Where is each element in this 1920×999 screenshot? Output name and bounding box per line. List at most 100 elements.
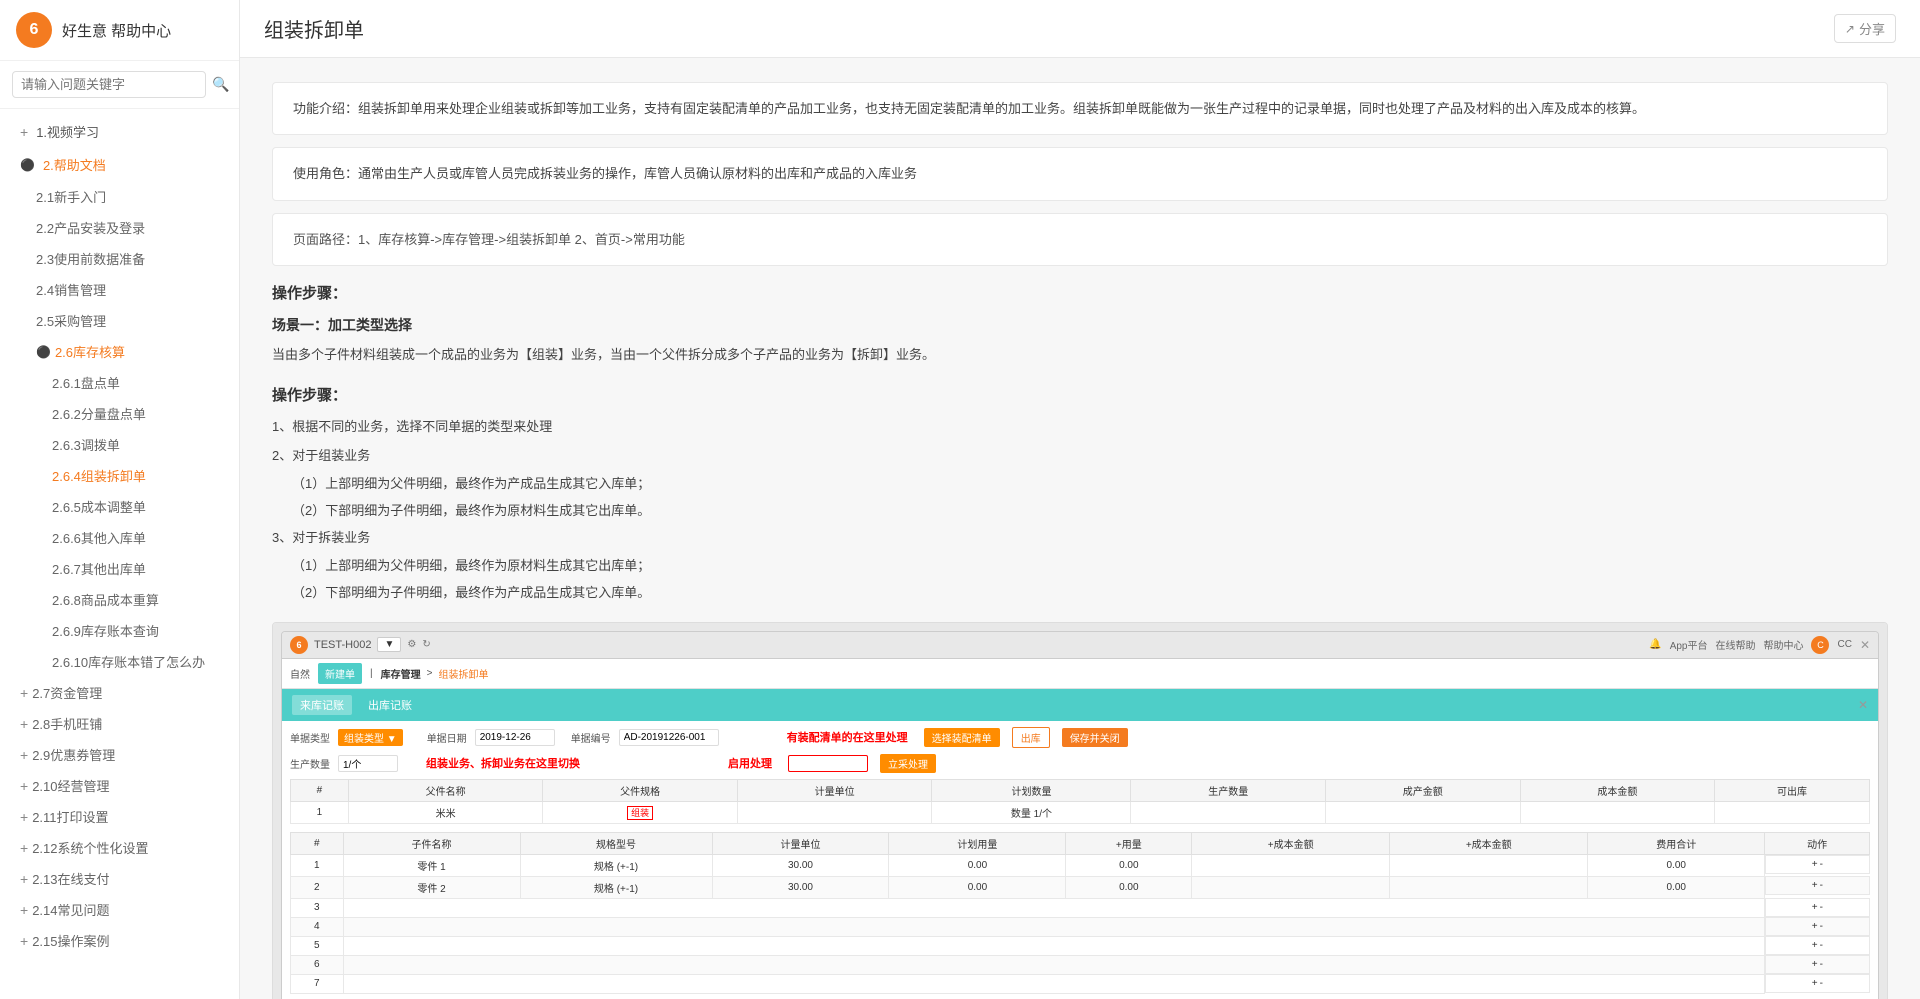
mock-close-icon[interactable]: ✕ [1860,638,1870,652]
td2-total: 0.00 [1588,854,1765,876]
td2-action-add-2[interactable]: + [1812,880,1818,891]
sidebar-item-assembly[interactable]: 2.6.4组装拆卸单 [52,460,239,491]
td2-action-del-5[interactable]: - [1820,940,1823,951]
sidebar-item-other-out[interactable]: 2.6.7其他出库单 [52,553,239,584]
mock-user-avatar: C [1811,636,1829,654]
mock-date-input[interactable] [475,729,555,746]
td2-action-add-4[interactable]: + [1812,921,1818,932]
mock-tab-out[interactable]: 出库记账 [360,695,420,715]
table-row: 2 零件 2 规格 (+-1) 30.00 0.00 0.00 0.00 [291,876,1870,898]
screenshot-container: 6 TEST-H002 ▼ ⚙ ↻ 🔔 App平台 在线帮助 帮助中心 C [272,622,1888,999]
mock-count-input[interactable] [338,755,398,772]
sidebar-item-print-label: 2.11打印设置 [32,807,108,826]
step3-sub2: （2）下部明细为子件明细，最终作为产成品生成其它入库单。 [272,581,1888,606]
sidebar-item-sales[interactable]: 2.4销售管理 [0,274,239,305]
mock-label-date: 单据日期 [427,730,467,745]
td2-action-add-3[interactable]: + [1812,902,1818,913]
td2-num: 1 [291,854,344,876]
search-input[interactable] [12,71,206,98]
sidebar-item-finance-label: 2.7资金管理 [32,683,102,702]
sidebar-item-cases[interactable]: + 2.15操作案例 [0,925,239,956]
sidebar-item-help-docs[interactable]: ⚫ 2.帮助文档 [0,148,239,181]
sidebar-item-finance[interactable]: + 2.7资金管理 [0,677,239,708]
mock-label-count: 生产数量 [290,756,330,771]
mock-nav-bar: 自然 新建单 | 库存管理 > 组装拆卸单 [282,659,1878,689]
td2-cost2-2 [1390,876,1588,898]
sidebar-item-cost-adjust[interactable]: 2.6.5成本调整单 [52,491,239,522]
sidebar-item-operations[interactable]: + 2.10经营管理 [0,770,239,801]
td2-empty-4 [343,917,1765,936]
sidebar-item-data-prep[interactable]: 2.3使用前数据准备 [0,243,239,274]
share-label: 分享 [1859,19,1885,38]
mock-process-btn[interactable]: 立采处理 [880,754,936,773]
sidebar-item-install[interactable]: 2.2产品安装及登录 [0,212,239,243]
collapse-icon: ⚫ [20,158,35,172]
td2-action-del-3[interactable]: - [1820,902,1823,913]
sidebar-item-video[interactable]: + 1.视频学习 [0,115,239,148]
td2-name: 零件 1 [343,854,520,876]
mock-dialog-close[interactable]: ✕ [1858,698,1868,712]
sidebar-item-partial-stocktake[interactable]: 2.6.2分量盘点单 [52,398,239,429]
sidebar-item-cost-calc[interactable]: 2.6.8商品成本重算 [52,584,239,615]
sidebar-item-common-issues[interactable]: + 2.14常见问题 [0,894,239,925]
td2-action-del[interactable]: - [1820,859,1823,870]
mock-confirm-btn[interactable]: 出库 [1012,727,1050,748]
sidebar-item-stock-query[interactable]: 2.6.9库存账本查询 [52,615,239,646]
sidebar-item-online-pay[interactable]: + 2.13在线支付 [0,863,239,894]
search-icon[interactable]: 🔍 [212,76,229,93]
content-area: 功能介绍：组装拆卸单用来处理企业组装或拆卸等加工业务，支持有固定装配清单的产品加… [240,58,1920,999]
sidebar-item-stocktake[interactable]: 2.6.1盘点单 [52,367,239,398]
mock-select-bom-btn[interactable]: 选择装配清单 [924,728,1000,747]
sidebar-item-print[interactable]: + 2.11打印设置 [0,801,239,832]
td2-action-add-5[interactable]: + [1812,940,1818,951]
mock-id-input[interactable] [619,729,719,746]
mock-enable-input[interactable] [788,755,868,772]
mock-table-child-header: # 子件名称 规格型号 计量单位 计划用量 +用量 +成本金额 +成本金额 费用… [291,832,1870,854]
sidebar-item-purchase[interactable]: 2.5采购管理 [0,305,239,336]
mock-nav-home[interactable]: 自然 [290,666,310,681]
td2-action-6: + - [1765,955,1869,974]
topbar: 组装拆卸单 ↗ 分享 [240,0,1920,58]
td2-action-add[interactable]: + [1812,859,1818,870]
step2-sub2: （2）下部明细为子件明细，最终作为原材料生成其它出库单。 [272,499,1888,524]
td2-cost1 [1192,854,1390,876]
sidebar-item-voucher[interactable]: + 2.9优惠券管理 [0,739,239,770]
sidebar-item-account-error[interactable]: 2.6.10库存账本错了怎么办 [52,646,239,677]
sidebar-item-other-in[interactable]: 2.6.6其他入库单 [52,522,239,553]
mock-table-child: # 子件名称 规格型号 计量单位 计划用量 +用量 +成本金额 +成本金额 费用… [290,832,1870,994]
td2-action-del-2[interactable]: - [1820,880,1823,891]
th2-cost1: +成本金额 [1192,832,1390,854]
mock-save-btn[interactable]: 保存并关闭 [1062,728,1128,747]
td2-action-del-6[interactable]: - [1820,959,1823,970]
th2-spec: 规格型号 [520,832,712,854]
mock-table-parent-header: # 父件名称 父件规格 计量单位 计划数量 生产数量 成产金额 成本金额 可出库 [291,779,1870,801]
share-button[interactable]: ↗ 分享 [1834,14,1896,43]
intro-block: 功能介绍：组装拆卸单用来处理企业组装或拆卸等加工业务，支持有固定装配清单的产品加… [272,82,1888,135]
sidebar-item-system[interactable]: + 2.12系统个性化设置 [0,832,239,863]
sidebar-item-transfer[interactable]: 2.6.3调拨单 [52,429,239,460]
common-plus-icon: + [20,902,28,918]
th2-unit: 计量单位 [712,832,889,854]
td2-action-2: + - [1765,876,1869,895]
td2-action-del-4[interactable]: - [1820,921,1823,932]
sidebar-item-newcomer[interactable]: 2.1新手入门 [0,181,239,212]
mock-tab-in[interactable]: 来库记账 [292,695,352,715]
td2-action-3: + - [1765,898,1869,917]
td2-action-add-6[interactable]: + [1812,959,1818,970]
td2-action-add-7[interactable]: + [1812,978,1818,989]
mock-nav-new[interactable]: 新建单 [318,663,362,684]
mock-username: CC [1837,639,1851,650]
sidebar-item-inventory[interactable]: ⚫ 2.6库存核算 [0,336,239,367]
td2-num-6: 6 [291,955,344,974]
annotation-switch: 组装业务、拆卸业务在这里切换 [426,755,580,771]
td-num: 1 [291,801,349,823]
td2-use-2: 0.00 [1066,876,1192,898]
mock-dropdown[interactable]: ▼ [377,637,401,652]
td2-action-del-7[interactable]: - [1820,978,1823,989]
mock-label-type: 单据类型 [290,730,330,745]
td2-empty-7 [343,974,1765,993]
sidebar-item-mobile[interactable]: + 2.8手机旺铺 [0,708,239,739]
brand-name: 好生意 帮助中心 [62,20,171,41]
th2-child-name: 子件名称 [343,832,520,854]
inventory-minus-icon: ⚫ [36,345,51,359]
